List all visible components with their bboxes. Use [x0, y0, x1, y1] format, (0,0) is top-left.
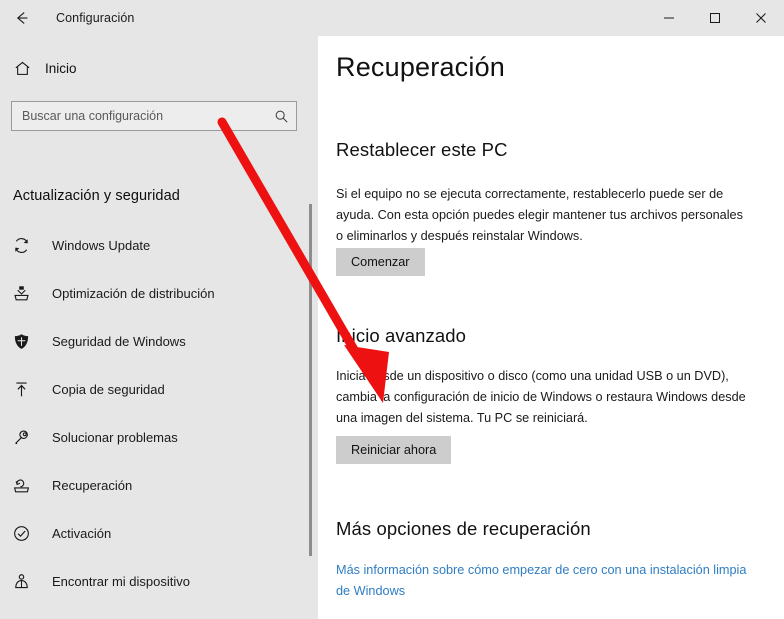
sidebar-item-label: Encontrar mi dispositivo [52, 573, 190, 589]
check-circle-icon [12, 521, 44, 545]
sidebar: Inicio Actualización y seguridad [0, 36, 318, 619]
back-button[interactable] [0, 2, 44, 34]
window-title: Configuración [56, 11, 135, 25]
section-body-reset-pc: Si el equipo no se ejecuta correctamente… [336, 187, 743, 243]
minimize-icon [663, 12, 675, 24]
section-heading-reset-pc: Restablecer este PC [336, 139, 508, 160]
sidebar-item-label: Windows Update [52, 237, 151, 253]
sidebar-item-backup[interactable]: Copia de seguridad [0, 365, 310, 413]
sidebar-item-windows-security[interactable]: Seguridad de Windows [0, 317, 310, 365]
settings-window: Configuración Inicio Buscar una configur… [0, 0, 784, 619]
recovery-icon [12, 473, 44, 497]
sidebar-item-delivery-optimization[interactable]: Optimización de distribución [0, 269, 310, 317]
home-label: Inicio [45, 60, 77, 76]
close-button[interactable] [738, 0, 784, 36]
delivery-optimization-icon [12, 281, 44, 305]
sidebar-item-label: Seguridad de Windows [52, 333, 186, 349]
sidebar-item-label: Copia de seguridad [52, 381, 165, 397]
sidebar-item-windows-update[interactable]: Windows Update [0, 221, 310, 269]
section-heading-more-recovery-options: Más opciones de recuperación [336, 518, 591, 539]
sidebar-item-for-developers[interactable]: Para programadores [0, 605, 310, 619]
sidebar-item-activation[interactable]: Activación [0, 509, 310, 557]
sync-icon [12, 233, 44, 257]
section-heading-advanced-startup: Inicio avanzado [336, 325, 467, 346]
section-body-advanced-startup: Inicia desde un dispositivo o disco (com… [336, 369, 746, 425]
sidebar-item-recovery[interactable]: Recuperación [0, 461, 310, 509]
search-icon[interactable] [266, 109, 296, 124]
window-controls [646, 0, 784, 36]
backup-upload-icon [12, 377, 44, 401]
sidebar-item-troubleshoot[interactable]: Solucionar problemas [0, 413, 310, 461]
home-icon [0, 59, 44, 78]
sidebar-scrollbar[interactable] [309, 204, 312, 556]
search-box[interactable] [11, 101, 297, 131]
restart-now-button[interactable]: Reiniciar ahora [336, 436, 452, 464]
minimize-button[interactable] [646, 0, 692, 36]
get-started-button[interactable]: Comenzar [336, 248, 425, 276]
sidebar-item-label: Solucionar problemas [52, 429, 178, 445]
wrench-icon [12, 425, 44, 449]
sidebar-nav-list: Windows Update Optimización de distribuc… [0, 221, 310, 619]
page-title: Recuperación [336, 52, 506, 82]
maximize-button[interactable] [692, 0, 738, 36]
sidebar-item-find-my-device[interactable]: Encontrar mi dispositivo [0, 557, 310, 605]
fresh-start-link[interactable]: Más información sobre cómo empezar de ce… [336, 560, 756, 602]
back-arrow-icon [13, 9, 31, 27]
sidebar-item-label: Recuperación [52, 477, 133, 493]
title-bar: Configuración [0, 0, 784, 36]
find-device-icon [12, 569, 44, 593]
shield-icon [12, 329, 44, 353]
close-icon [755, 12, 767, 24]
sidebar-item-label: Optimización de distribución [52, 285, 215, 301]
search-input[interactable] [12, 109, 266, 123]
sidebar-category-title: Actualización y seguridad [13, 188, 180, 204]
main-content: Recuperación Restablecer este PC Si el e… [318, 36, 784, 619]
maximize-icon [709, 12, 721, 24]
sidebar-item-label: Activación [52, 525, 112, 541]
sidebar-item-home[interactable]: Inicio [0, 52, 300, 84]
title-bar-left: Configuración [0, 0, 318, 36]
